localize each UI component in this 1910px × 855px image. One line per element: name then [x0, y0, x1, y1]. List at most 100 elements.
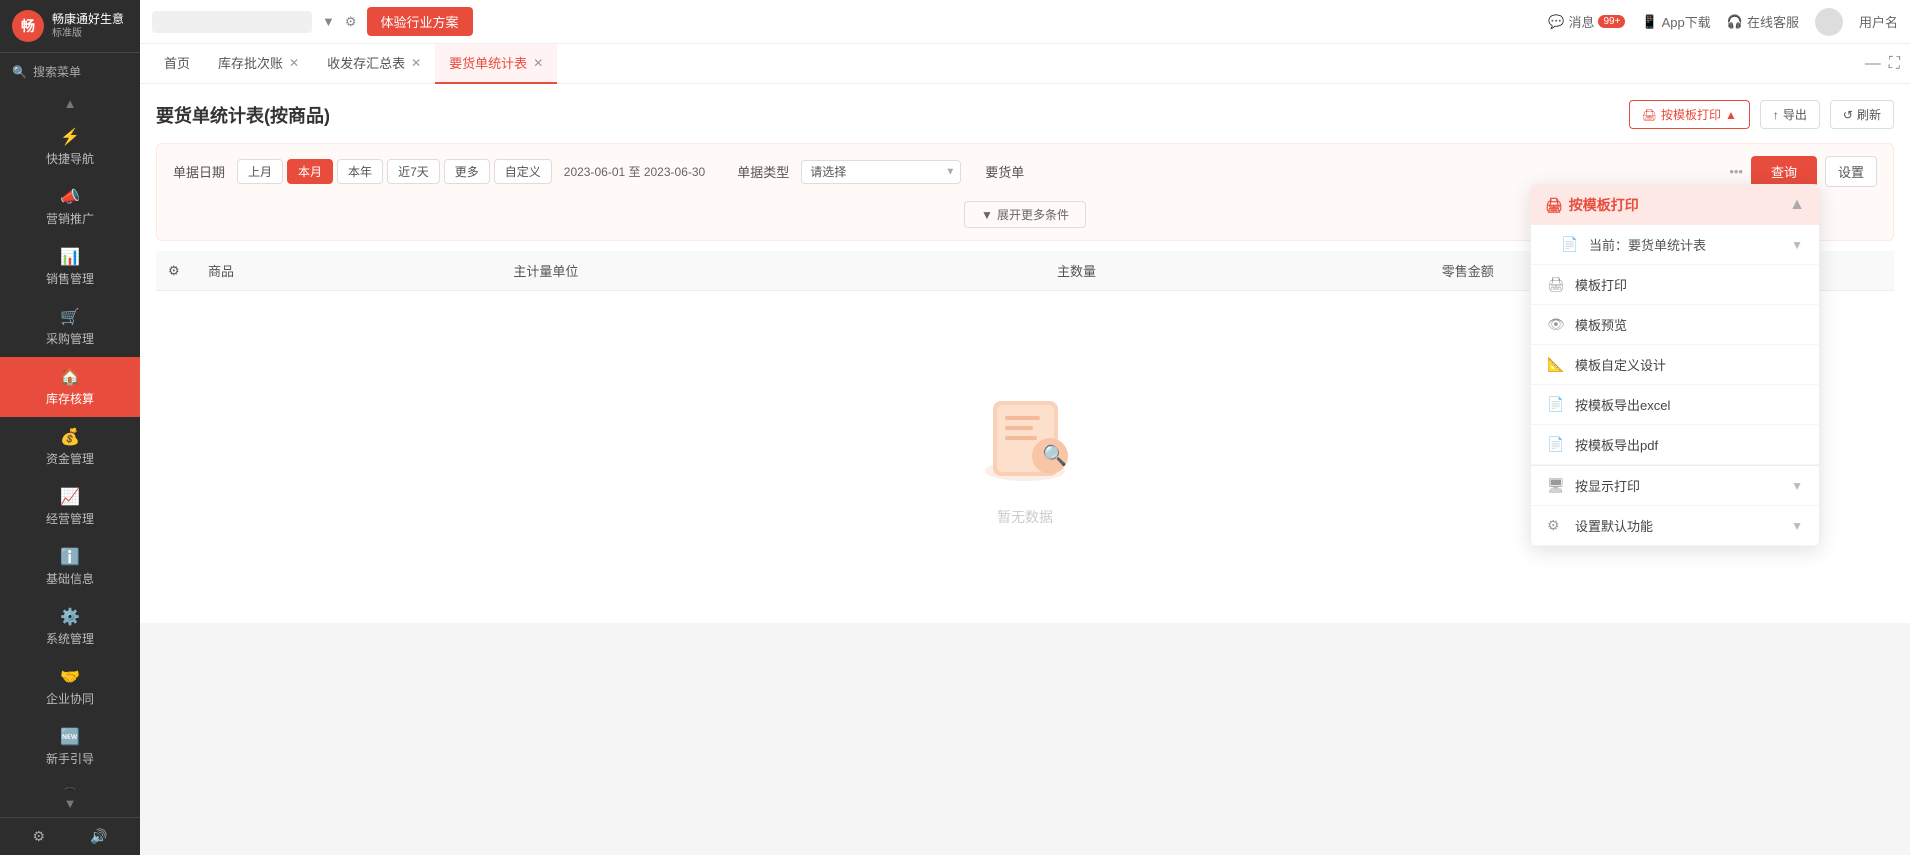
print-template-btn[interactable]: 🖨 按模板打印 ▲ — [1629, 100, 1750, 129]
empty-text: 暂无数据 — [997, 507, 1053, 527]
date-btn-7days[interactable]: 近7天 — [387, 159, 440, 184]
tab-close-receivable-summary[interactable]: ✕ — [411, 56, 421, 70]
tabbar: 首页 库存批次账 ✕ 收发存汇总表 ✕ 要货单统计表 ✕ — ⛶ — [140, 44, 1910, 84]
date-btn-custom[interactable]: 自定义 — [494, 159, 552, 184]
topbar: ▼ ⚙ 体验行业方案 💬 消息 99+ 📱 App下载 🎧 在线客服 用户名 — [140, 0, 1910, 44]
app-download-btn[interactable]: 📱 App下载 — [1641, 12, 1710, 31]
date-btn-this-month[interactable]: 本月 — [287, 159, 333, 184]
industry-btn[interactable]: 体验行业方案 — [367, 7, 473, 36]
sidebar-item-cooperation[interactable]: 🤝 企业协同 — [0, 657, 140, 717]
type-filter-label: 单据类型 — [737, 162, 789, 181]
expand-btn[interactable]: ▼ 展开更多条件 — [964, 201, 1086, 228]
set-default-icon: ⚙ — [1547, 517, 1565, 534]
search-menu[interactable]: 🔍 搜索菜单 — [0, 53, 140, 90]
sidebar-nav: ⚡ 快捷导航 📣 营销推广 📊 销售管理 🛒 采购管理 🏠 库存核算 💰 资金管… — [0, 117, 140, 790]
date-btn-more[interactable]: 更多 — [444, 159, 490, 184]
refresh-btn[interactable]: ↺ 刷新 — [1830, 100, 1894, 129]
tab-order-stats[interactable]: 要货单统计表 ✕ — [435, 44, 557, 84]
gear-icon[interactable]: ⚙ — [345, 14, 357, 30]
online-service-btn[interactable]: 🎧 在线客服 — [1727, 12, 1799, 31]
sidebar-item-system[interactable]: ⚙️ 系统管理 — [0, 597, 140, 657]
window-btns: — ⛶ — [1865, 55, 1900, 73]
more-options-icon[interactable]: ••• — [1729, 164, 1743, 179]
sidebar-item-guide[interactable]: 🆕 新手引导 — [0, 717, 140, 777]
dropdown-item-export-pdf[interactable]: 📄 按模板导出pdf — [1531, 425, 1819, 465]
date-btn-group: 上月 本月 本年 近7天 更多 自定义 — [237, 159, 552, 184]
sidebar-item-operations[interactable]: 📈 经营管理 — [0, 477, 140, 537]
guide-icon: 🆕 — [60, 727, 80, 747]
printer-icon: 🖨 — [1642, 108, 1657, 122]
expand-icon: ▼ — [981, 208, 993, 222]
cooperation-icon: 🤝 — [60, 667, 80, 687]
date-range: 2023-06-01 至 2023-06-30 — [564, 163, 705, 180]
dropdown-item-set-default[interactable]: ⚙ 设置默认功能 ▼ — [1531, 506, 1819, 546]
tab-close-inventory-batch[interactable]: ✕ — [289, 56, 299, 70]
settings-icon[interactable]: ⚙ — [33, 828, 46, 845]
tab-inventory-batch[interactable]: 库存批次账 ✕ — [204, 44, 313, 84]
sound-icon[interactable]: 🔊 — [90, 828, 107, 845]
maximize-icon[interactable]: ⛶ — [1889, 55, 1900, 73]
set-default-arrow-icon: ▼ — [1791, 519, 1803, 533]
type-select-wrapper: 请选择 — [801, 160, 961, 184]
app-logo: 畅 畅康通好生意 标准版 — [0, 0, 140, 53]
dropdown-item-export-excel[interactable]: 📄 按模板导出excel — [1531, 385, 1819, 425]
dropdown-item-template-preview[interactable]: 👁 模板预览 — [1531, 305, 1819, 345]
sidebar-item-purchase[interactable]: 🛒 采购管理 — [0, 297, 140, 357]
system-icon: ⚙️ — [60, 607, 80, 627]
sidebar-item-finance[interactable]: 💰 资金管理 — [0, 417, 140, 477]
sidebar-item-marketing[interactable]: 📣 营销推广 — [0, 177, 140, 237]
sidebar-item-sales[interactable]: 📊 销售管理 — [0, 237, 140, 297]
col-unit: 主计量单位 — [501, 251, 1045, 291]
dropdown-chevron-icon: ▲ — [1725, 108, 1737, 122]
dropdown-arrow-icon[interactable]: ▼ — [322, 14, 335, 29]
message-btn[interactable]: 💬 消息 99+ — [1548, 12, 1625, 31]
export-icon: ↑ — [1773, 108, 1779, 122]
sidebar-item-basic-info[interactable]: ℹ️ 基础信息 — [0, 537, 140, 597]
topbar-right: 💬 消息 99+ 📱 App下载 🎧 在线客服 用户名 — [1548, 8, 1898, 36]
sidebar-item-inventory[interactable]: 🏠 库存核算 — [0, 357, 140, 417]
message-badge: 99+ — [1598, 15, 1625, 28]
tab-home[interactable]: 首页 — [150, 44, 204, 84]
minimize-icon[interactable]: — — [1865, 55, 1881, 73]
phone-icon: 📱 — [1641, 14, 1657, 30]
breadcrumb-input[interactable] — [152, 11, 312, 33]
date-btn-last-month[interactable]: 上月 — [237, 159, 283, 184]
dropdown-header-left: 🖨 按模板打印 — [1545, 195, 1639, 215]
user-avatar[interactable] — [1815, 8, 1843, 36]
sales-icon: 📊 — [60, 247, 80, 267]
topbar-left: ▼ ⚙ 体验行业方案 — [152, 7, 473, 36]
date-btn-this-year[interactable]: 本年 — [337, 159, 383, 184]
page-title: 要货单统计表(按商品) — [156, 102, 330, 128]
display-print-arrow-icon: ▼ — [1791, 479, 1803, 493]
operations-icon: 📈 — [60, 487, 80, 507]
scroll-up-btn[interactable]: ▲ — [0, 90, 140, 117]
export-btn[interactable]: ↑ 导出 — [1760, 100, 1820, 129]
dropdown-item-display-print[interactable]: 🖥 按显示打印 ▼ — [1531, 466, 1819, 506]
headset-icon: 🎧 — [1727, 14, 1743, 30]
message-icon: 💬 — [1548, 14, 1564, 30]
empty-icon: 🔍 — [965, 371, 1085, 491]
svg-text:🔍: 🔍 — [1042, 442, 1067, 467]
content-area: 要货单统计表(按商品) 🖨 按模板打印 ▲ ↑ 导出 ↺ 刷新 — [140, 84, 1910, 855]
purchase-icon: 🛒 — [60, 307, 80, 327]
quick-nav-icon: ⚡ — [60, 127, 80, 147]
tab-receivable-summary[interactable]: 收发存汇总表 ✕ — [313, 44, 435, 84]
main-area: ▼ ⚙ 体验行业方案 💬 消息 99+ 📱 App下载 🎧 在线客服 用户名 — [140, 0, 1910, 855]
dropdown-item-template-custom[interactable]: 📐 模板自定义设计 — [1531, 345, 1819, 385]
dropdown-item-template-print[interactable]: 🖨 模板打印 — [1531, 265, 1819, 305]
setting-btn[interactable]: 设置 — [1825, 156, 1877, 187]
sidebar-item-quick-nav[interactable]: ⚡ 快捷导航 — [0, 117, 140, 177]
col-settings[interactable]: ⚙ — [156, 251, 196, 291]
col-quantity: 主数量 — [1045, 251, 1430, 291]
scroll-down-btn[interactable]: ▼ — [0, 790, 140, 817]
query-btn[interactable]: 查询 — [1751, 156, 1817, 187]
dropdown-current-item[interactable]: 📄 当前：要货单统计表 ▼ — [1531, 225, 1819, 265]
header-actions: 🖨 按模板打印 ▲ ↑ 导出 ↺ 刷新 — [1629, 100, 1894, 129]
dropdown-close-btn[interactable]: ▲ — [1789, 196, 1805, 214]
tab-close-order-stats[interactable]: ✕ — [533, 56, 543, 70]
type-select[interactable]: 请选择 — [801, 160, 961, 184]
filter-row-date: 单据日期 上月 本月 本年 近7天 更多 自定义 2023-06-01 至 20… — [173, 156, 1877, 187]
sidebar-item-app-center[interactable]: 📱 应用中心 — [0, 777, 140, 790]
empty-illustration: 🔍 — [965, 371, 1085, 491]
dropdown-header: 🖨 按模板打印 ▲ — [1531, 185, 1819, 225]
